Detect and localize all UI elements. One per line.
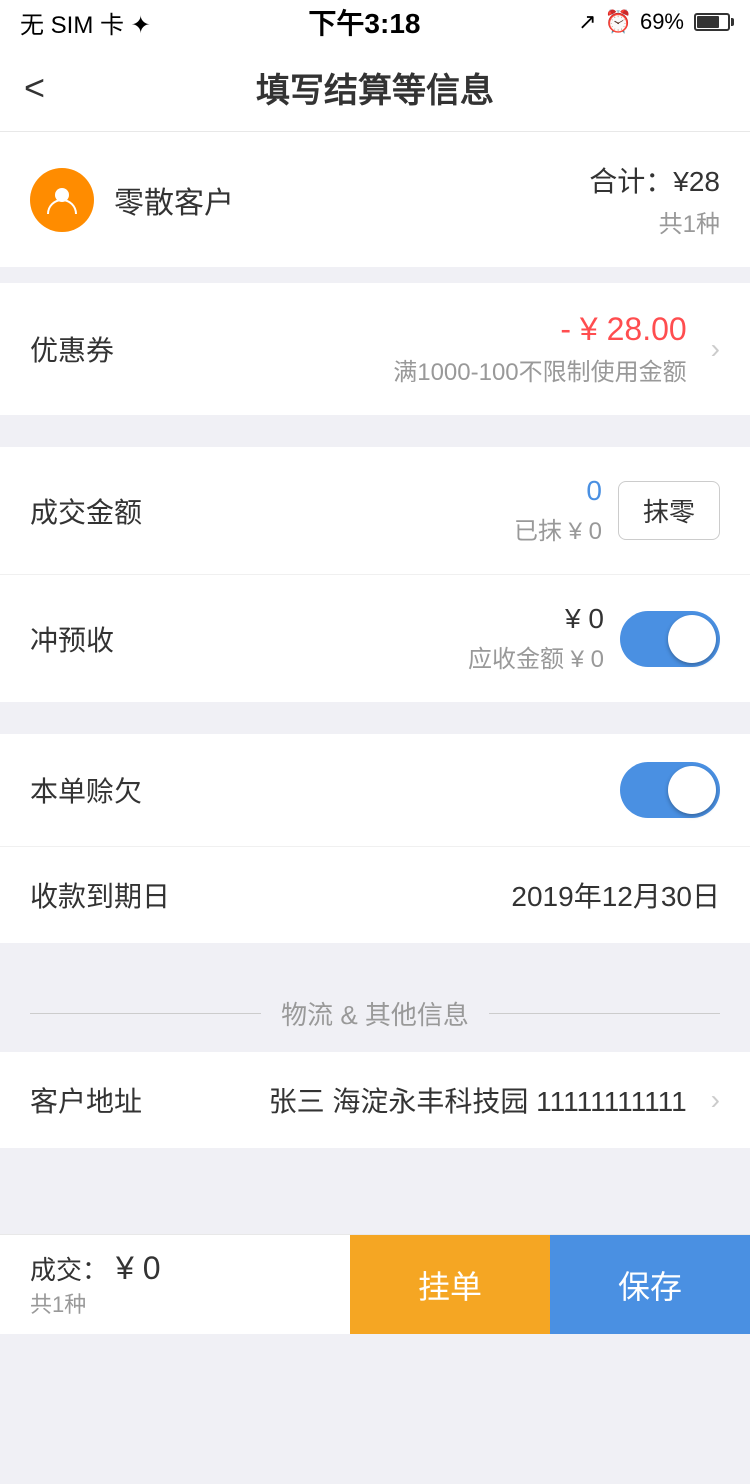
alarm-icon: ⏰ — [605, 9, 632, 35]
transaction-right: 0 已抹 ¥ 0 抹零 — [514, 475, 720, 546]
back-button[interactable]: < — [24, 67, 45, 109]
divider-2 — [0, 718, 750, 734]
total-count: 共1种 — [589, 204, 720, 239]
hold-button[interactable]: 挂单 — [350, 1235, 550, 1334]
prepayment-amount: ¥ 0 — [565, 603, 604, 635]
address-section[interactable]: 客户地址 张三 海淀永丰科技园 11111111111 › — [0, 1052, 750, 1148]
sim-label: 无 SIM 卡 ✦ — [20, 5, 151, 40]
transaction-value: 0 — [586, 475, 602, 507]
transaction-label: 成交金额 — [30, 491, 142, 531]
customer-name: 零散客户 — [114, 178, 234, 222]
bottom-info: 成交： ¥ 0 共1种 — [0, 1235, 350, 1334]
credit-label: 本单赊欠 — [30, 770, 142, 810]
coupon-row[interactable]: 优惠券 - ¥ 28.00 满1000-100不限制使用金额 › — [0, 283, 750, 415]
prepayment-sub: 应收金额 ¥ 0 — [468, 639, 604, 674]
transaction-amount-display: 0 已抹 ¥ 0 — [514, 475, 602, 546]
logistics-header: 物流 & 其他信息 — [0, 975, 750, 1052]
coupon-section[interactable]: 优惠券 - ¥ 28.00 满1000-100不限制使用金额 › — [0, 283, 750, 415]
divider-1 — [0, 431, 750, 447]
coupon-sub: 满1000-100不限制使用金额 — [393, 352, 686, 387]
battery-percent: 69% — [640, 9, 684, 35]
status-time: 下午3:18 — [308, 2, 420, 42]
address-label: 客户地址 — [30, 1080, 142, 1120]
coupon-values: - ¥ 28.00 满1000-100不限制使用金额 — [393, 311, 686, 387]
round-button[interactable]: 抹零 — [618, 481, 720, 540]
bottom-bar: 成交： ¥ 0 共1种 挂单 保存 — [0, 1234, 750, 1334]
due-date-label: 收款到期日 — [30, 875, 170, 915]
customer-avatar — [30, 168, 94, 232]
coupon-discount: - ¥ 28.00 — [560, 311, 686, 348]
coupon-label: 优惠券 — [30, 329, 114, 369]
credit-right — [620, 762, 720, 818]
prepayment-row: 冲预收 ¥ 0 应收金额 ¥ 0 — [0, 575, 750, 702]
location-icon: ↗ — [578, 9, 596, 35]
due-date-value: 2019年12月30日 — [511, 875, 720, 915]
toggle-knob — [668, 615, 716, 663]
address-row[interactable]: 客户地址 张三 海淀永丰科技园 11111111111 › — [0, 1052, 750, 1148]
transaction-section: 成交金额 0 已抹 ¥ 0 抹零 冲预收 ¥ 0 应收金额 ¥ 0 — [0, 447, 750, 702]
total-amount: 合计：¥28 — [589, 160, 720, 200]
prepayment-toggle[interactable] — [620, 611, 720, 667]
customer-section: 零散客户 合计：¥28 共1种 — [0, 132, 750, 267]
bottom-transaction-amount: ¥ 0 — [116, 1250, 160, 1287]
status-bar: 无 SIM 卡 ✦ 下午3:18 ↗ ⏰ 69% — [0, 0, 750, 44]
save-button[interactable]: 保存 — [550, 1235, 750, 1334]
credit-row: 本单赊欠 — [0, 734, 750, 847]
address-chevron-icon: › — [711, 1084, 720, 1116]
bottom-count: 共1种 — [30, 1287, 320, 1319]
divider-3 — [0, 959, 750, 975]
transaction-row: 成交金额 0 已抹 ¥ 0 抹零 — [0, 447, 750, 575]
prepayment-right: ¥ 0 应收金额 ¥ 0 — [468, 603, 720, 674]
credit-toggle[interactable] — [620, 762, 720, 818]
customer-total: 合计：¥28 共1种 — [589, 160, 720, 239]
transaction-sub: 已抹 ¥ 0 — [514, 511, 602, 546]
status-right: ↗ ⏰ 69% — [578, 9, 730, 35]
status-left: 无 SIM 卡 ✦ — [20, 5, 151, 40]
address-value: 张三 海淀永丰科技园 11111111111 — [269, 1080, 687, 1120]
chevron-icon: › — [711, 333, 720, 365]
nav-bar: < 填写结算等信息 — [0, 44, 750, 132]
coupon-right: - ¥ 28.00 满1000-100不限制使用金额 › — [393, 311, 720, 387]
prepayment-label: 冲预收 — [30, 619, 114, 659]
page-title: 填写结算等信息 — [256, 63, 494, 112]
customer-left: 零散客户 — [30, 168, 234, 232]
due-date-row: 收款到期日 2019年12月30日 — [0, 847, 750, 943]
credit-toggle-knob — [668, 766, 716, 814]
logistics-label: 物流 & 其他信息 — [281, 995, 469, 1032]
credit-section: 本单赊欠 收款到期日 2019年12月30日 — [0, 734, 750, 943]
bottom-transaction-label: 成交： — [30, 1250, 108, 1287]
battery-icon — [694, 13, 730, 31]
prepayment-amount-display: ¥ 0 应收金额 ¥ 0 — [468, 603, 604, 674]
address-right: 张三 海淀永丰科技园 11111111111 › — [269, 1080, 720, 1120]
